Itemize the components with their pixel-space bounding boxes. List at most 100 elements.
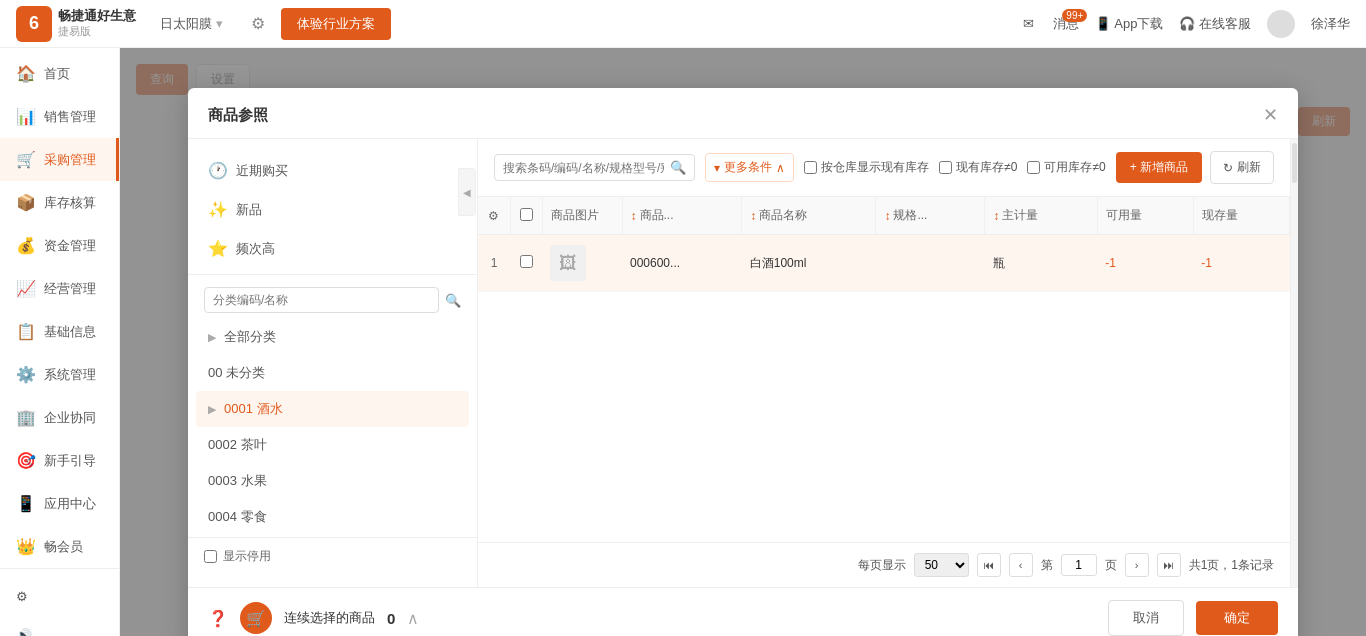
scrollbar-thumb[interactable] [1292,143,1297,183]
current-page-input[interactable] [1061,554,1097,576]
dialog-overlay: 商品参照 ✕ ◀ 🕐 近期购买 [120,48,1366,636]
th-available-label: 可用量 [1106,207,1142,224]
search-icon: 🔍 [445,293,461,308]
sidebar-item-business[interactable]: 📈 经营管理 [0,267,119,310]
sidebar-volume[interactable]: 🔊 [0,616,119,636]
collapse-icon[interactable]: ∧ [407,609,419,628]
warehouse-checkbox[interactable] [804,161,817,174]
category-all[interactable]: ▶ 全部分类 [196,319,469,355]
product-search-box[interactable]: 🔍 [494,154,695,181]
sidebar-item-enterprise[interactable]: 🏢 企业协同 [0,396,119,439]
th-code[interactable]: ↕ 商品... [622,197,742,235]
home-icon: 🏠 [16,64,36,83]
add-product-btn[interactable]: + 新增商品 [1116,152,1202,183]
toolbar-right: + 新增商品 ↻ 刷新 [1116,151,1274,184]
category-0003[interactable]: 0003 水果 [196,463,469,499]
sidebar-item-basic-info[interactable]: 📋 基础信息 [0,310,119,353]
continuous-select-label: 连续选择的商品 [284,609,375,627]
sidebar-item-purchase[interactable]: 🛒 采购管理 [0,138,119,181]
category-search-input[interactable] [204,287,439,313]
product-search-input[interactable] [503,161,664,175]
sidebar-item-inventory[interactable]: 📦 库存核算 [0,181,119,224]
sort-up3-icon: ↕ [884,209,890,223]
th-settings[interactable]: ⚙ [478,197,510,235]
th-unit-label: 主计量 [1002,207,1038,224]
page-label: 第 [1041,557,1053,574]
checkbox-stock-nonzero: 现有库存≠0 [939,159,1017,176]
category-0004[interactable]: 0004 零食 [196,499,469,535]
th-unit[interactable]: ↕ 主计量 [985,197,1097,235]
page-size-select[interactable]: 50 10 20 100 [914,553,969,577]
category-0001[interactable]: ▶ 0001 酒水 [196,391,469,427]
finance-icon: 💰 [16,236,36,255]
service-btn[interactable]: 🎧 在线客服 [1179,15,1251,33]
show-disabled-checkbox[interactable] [204,550,217,563]
sidebar-item-home[interactable]: 🏠 首页 [0,52,119,95]
cart-count: 0 [387,610,395,627]
store-dropdown-icon: ▾ [216,16,223,31]
recent-purchase-nav[interactable]: 🕐 近期购买 [188,151,477,190]
sidebar-item-guide[interactable]: 🎯 新手引导 [0,439,119,482]
row-spec [876,235,985,292]
first-page-btn[interactable]: ⏮ [977,553,1001,577]
sidebar-label-basic-info: 基础信息 [44,323,96,341]
last-page-btn[interactable]: ⏭ [1157,553,1181,577]
prev-page-btn[interactable]: ‹ [1009,553,1033,577]
settings-icon[interactable]: ⚙ [247,10,269,37]
headset-icon: 🎧 [1179,16,1195,31]
help-icon[interactable]: ❓ [208,609,228,628]
next-page-btn[interactable]: › [1125,553,1149,577]
dialog-close-button[interactable]: ✕ [1263,104,1278,126]
purchase-icon: 🛒 [16,150,36,169]
sidebar-label-purchase: 采购管理 [44,151,96,169]
more-filter-btn[interactable]: ▾ 更多条件 ∧ [705,153,794,182]
new-product-nav[interactable]: ✨ 新品 [188,190,477,229]
th-name[interactable]: ↕ 商品名称 [742,197,876,235]
row-checkbox[interactable] [520,255,533,268]
th-checkbox[interactable] [510,197,542,235]
content-area: 查询 设置 刷新 商品参照 ✕ [120,48,1366,636]
app-download-btn[interactable]: 📱 App下载 [1095,15,1163,33]
table-row[interactable]: 1 🖼 000600... 白酒100ml [478,235,1290,292]
stock-nonzero-checkbox[interactable] [939,161,952,174]
sidebar-item-sales[interactable]: 📊 销售管理 [0,95,119,138]
right-panel: 🔍 ▾ 更多条件 ∧ 按仓库显示现有库存 [478,139,1290,587]
th-stock: 现存量 [1193,197,1289,235]
show-disabled-row: 显示停用 [188,537,477,575]
category-0002[interactable]: 0002 茶叶 [196,427,469,463]
select-all-checkbox[interactable] [520,208,533,221]
row-name: 白酒100ml [742,235,876,292]
frequent-label: 频次高 [236,240,275,258]
category-search: 🔍 [188,281,477,319]
category-00[interactable]: 00 未分类 [196,355,469,391]
sidebar-item-member[interactable]: 👑 畅会员 [0,525,119,568]
row-checkbox-cell[interactable] [510,235,542,292]
sidebar-label-guide: 新手引导 [44,452,96,470]
sidebar-label-appstore: 应用中心 [44,495,96,513]
trial-button[interactable]: 体验行业方案 [281,8,391,40]
cancel-button[interactable]: 取消 [1108,600,1184,636]
sidebar-item-system[interactable]: ⚙️ 系统管理 [0,353,119,396]
sidebar-item-finance[interactable]: 💰 资金管理 [0,224,119,267]
confirm-button[interactable]: 确定 [1196,601,1278,635]
show-disabled-label: 显示停用 [223,548,271,565]
image-placeholder: 🖼 [559,253,577,274]
user-avatar[interactable] [1267,10,1295,38]
sidebar-settings[interactable]: ⚙ [0,577,119,616]
mobile-icon: 📱 [1095,16,1111,31]
messages-btn[interactable]: ✉ 99+ 消息 [1023,15,1080,33]
row-image: 🖼 [542,235,622,292]
frequent-nav[interactable]: ⭐ 频次高 [188,229,477,268]
collapse-panel-btn[interactable]: ◀ [458,168,476,216]
enterprise-icon: 🏢 [16,408,36,427]
volume-icon: 🔊 [16,628,32,636]
sidebar-label-system: 系统管理 [44,366,96,384]
scrollbar[interactable] [1290,139,1298,587]
th-spec[interactable]: ↕ 规格... [876,197,985,235]
recent-label: 近期购买 [236,162,288,180]
available-nonzero-checkbox[interactable] [1027,161,1040,174]
refresh-btn[interactable]: ↻ 刷新 [1210,151,1274,184]
new-icon: ✨ [208,200,228,219]
store-selector[interactable]: 日太阳膜 ▾ [148,15,235,33]
sidebar-item-appstore[interactable]: 📱 应用中心 [0,482,119,525]
